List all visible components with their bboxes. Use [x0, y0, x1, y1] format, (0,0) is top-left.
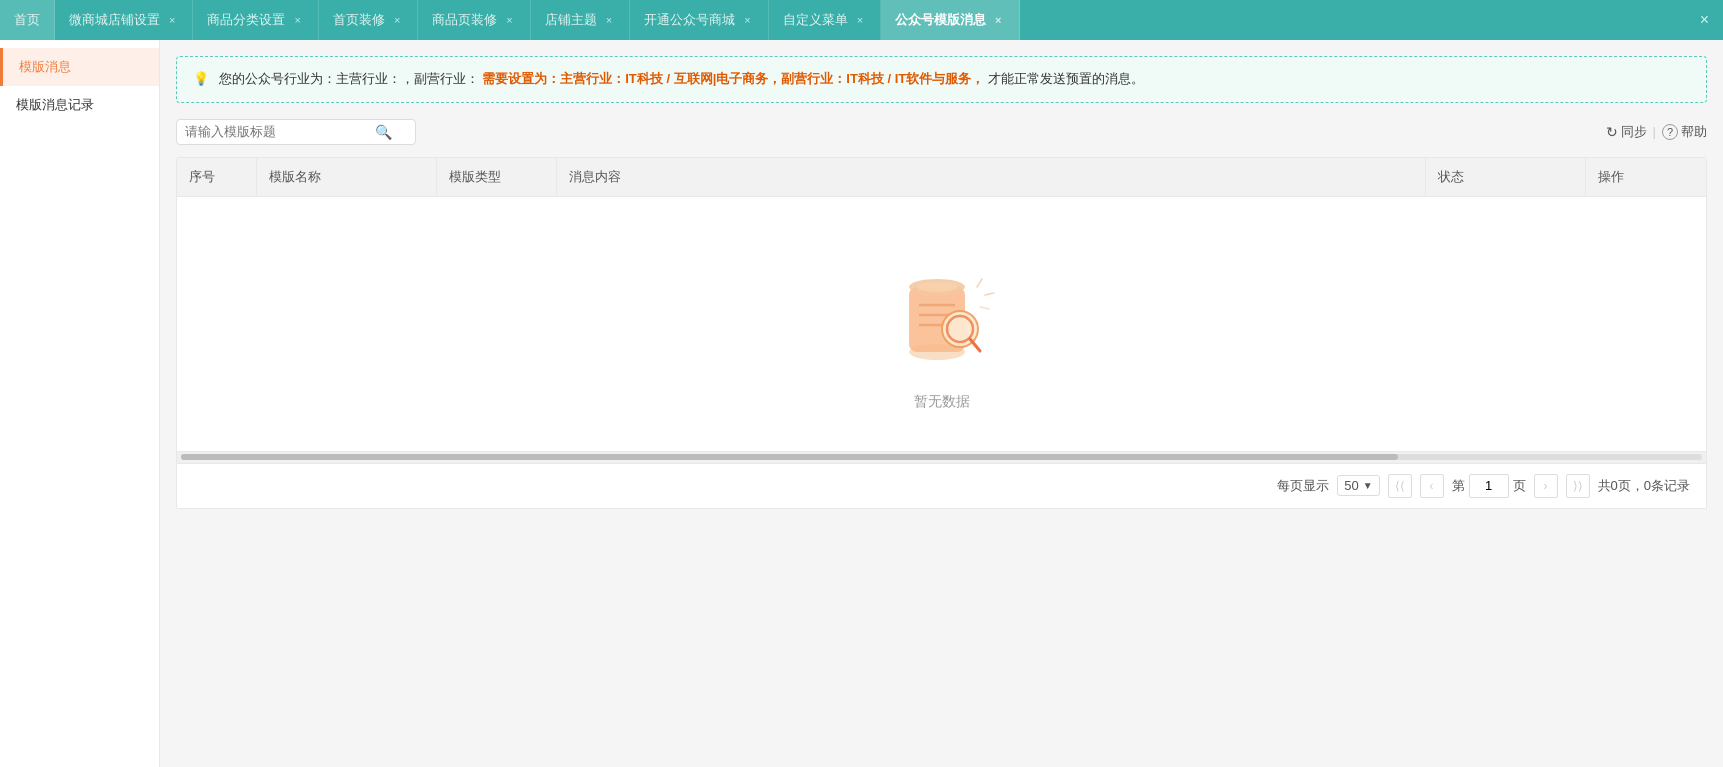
svg-line-11: [985, 293, 994, 295]
content-area: 💡 您的公众号行业为：主营行业：，副营行业： 需要设置为：主营行业：IT科技 /…: [160, 40, 1723, 767]
nav-tab-label-6: 开通公众号商城: [644, 11, 735, 29]
page-number-input[interactable]: [1469, 474, 1509, 498]
page-size-label: 每页显示: [1277, 477, 1329, 495]
page-prefix: 第: [1452, 477, 1465, 495]
empty-illustration: [882, 257, 1002, 377]
nav-tab-7[interactable]: 自定义菜单 ×: [769, 0, 881, 40]
bulb-icon: 💡: [193, 71, 209, 86]
top-navigation: 首页微商城店铺设置×商品分类设置×首页装修×商品页装修×店铺主题×开通公众号商城…: [0, 0, 1723, 40]
col-content: 消息内容: [557, 158, 1426, 196]
nav-tab-label-3: 首页装修: [333, 11, 385, 29]
nav-tab-label-8: 公众号模版消息: [895, 11, 986, 29]
nav-tab-label-0: 首页: [14, 11, 40, 29]
col-index: 序号: [177, 158, 257, 196]
prev-page-button[interactable]: ‹: [1420, 474, 1444, 498]
col-type: 模版类型: [437, 158, 557, 196]
col-name: 模版名称: [257, 158, 437, 196]
toolbar-right: ↻ 同步 | ? 帮助: [1606, 123, 1707, 141]
scrollbar-track: [181, 454, 1702, 460]
pagination: 每页显示 50 ▼ ⟨⟨ ‹ 第 页 › ⟩⟩ 共0页，0条记录: [177, 463, 1706, 508]
nav-tab-close-2[interactable]: ×: [291, 13, 303, 27]
notice-highlight: 需要设置为：主营行业：IT科技 / 互联网|电子商务，副营行业：IT科技 / I…: [482, 71, 984, 86]
help-label: 帮助: [1681, 123, 1707, 141]
search-input-wrap[interactable]: 🔍: [176, 119, 416, 145]
page-size-select[interactable]: 50 ▼: [1337, 475, 1379, 496]
svg-line-9: [970, 339, 980, 351]
sync-label: 同步: [1621, 123, 1647, 141]
last-page-button[interactable]: ⟩⟩: [1566, 474, 1590, 498]
help-icon: ?: [1662, 124, 1678, 140]
page-suffix: 页: [1513, 477, 1526, 495]
main-layout: 模版消息模版消息记录 💡 您的公众号行业为：主营行业：，副营行业： 需要设置为：…: [0, 40, 1723, 767]
nav-tab-6[interactable]: 开通公众号商城 ×: [630, 0, 768, 40]
data-table: 序号 模版名称 模版类型 消息内容 状态 操作: [176, 157, 1707, 509]
help-button[interactable]: ? 帮助: [1662, 123, 1707, 141]
col-action: 操作: [1586, 158, 1706, 196]
table-header: 序号 模版名称 模版类型 消息内容 状态 操作: [177, 158, 1706, 197]
sidebar-item-1[interactable]: 模版消息记录: [0, 86, 159, 124]
next-page-button[interactable]: ›: [1534, 474, 1558, 498]
page-total: 共0页，0条记录: [1598, 477, 1690, 495]
empty-state: 暂无数据: [177, 197, 1706, 451]
search-icon[interactable]: 🔍: [375, 124, 392, 140]
nav-tab-0[interactable]: 首页: [0, 0, 55, 40]
sidebar: 模版消息模版消息记录: [0, 40, 160, 767]
sync-button[interactable]: ↻ 同步: [1606, 123, 1647, 141]
nav-tab-8[interactable]: 公众号模版消息 ×: [881, 0, 1019, 40]
empty-text: 暂无数据: [914, 393, 970, 411]
svg-line-12: [980, 307, 989, 309]
nav-tab-close-3[interactable]: ×: [391, 13, 403, 27]
nav-tab-close-8[interactable]: ×: [992, 13, 1004, 27]
chevron-down-icon: ▼: [1363, 480, 1373, 491]
horizontal-scrollbar[interactable]: [177, 451, 1706, 463]
nav-tab-label-2: 商品分类设置: [207, 11, 285, 29]
nav-tab-3[interactable]: 首页装修 ×: [319, 0, 418, 40]
svg-line-10: [977, 279, 982, 287]
notice-box: 💡 您的公众号行业为：主营行业：，副营行业： 需要设置为：主营行业：IT科技 /…: [176, 56, 1707, 103]
nav-tab-2[interactable]: 商品分类设置 ×: [193, 0, 318, 40]
nav-tab-1[interactable]: 微商城店铺设置 ×: [55, 0, 193, 40]
nav-tab-close-1[interactable]: ×: [166, 13, 178, 27]
close-all-button[interactable]: ×: [1686, 11, 1723, 29]
sidebar-item-0[interactable]: 模版消息: [0, 48, 159, 86]
nav-tab-close-6[interactable]: ×: [741, 13, 753, 27]
col-status: 状态: [1426, 158, 1586, 196]
first-page-button[interactable]: ⟨⟨: [1388, 474, 1412, 498]
scrollbar-thumb: [181, 454, 1398, 460]
nav-tab-label-1: 微商城店铺设置: [69, 11, 160, 29]
page-input-wrap: 第 页: [1452, 474, 1526, 498]
nav-tab-4[interactable]: 商品页装修 ×: [418, 0, 530, 40]
search-bar: 🔍 ↻ 同步 | ? 帮助: [176, 119, 1707, 145]
toolbar-divider: |: [1653, 124, 1656, 139]
nav-tab-5[interactable]: 店铺主题 ×: [531, 0, 630, 40]
nav-tab-close-7[interactable]: ×: [854, 13, 866, 27]
sync-icon: ↻: [1606, 124, 1618, 140]
svg-point-3: [917, 282, 957, 292]
nav-tab-close-5[interactable]: ×: [603, 13, 615, 27]
notice-suffix: 才能正常发送预置的消息。: [988, 71, 1144, 86]
nav-tab-close-4[interactable]: ×: [503, 13, 515, 27]
notice-prefix: 您的公众号行业为：主营行业：，副营行业：: [219, 71, 479, 86]
page-size-value: 50: [1344, 478, 1358, 493]
nav-tab-label-7: 自定义菜单: [783, 11, 848, 29]
search-input[interactable]: [185, 124, 375, 139]
nav-tab-label-5: 店铺主题: [545, 11, 597, 29]
nav-tab-label-4: 商品页装修: [432, 11, 497, 29]
